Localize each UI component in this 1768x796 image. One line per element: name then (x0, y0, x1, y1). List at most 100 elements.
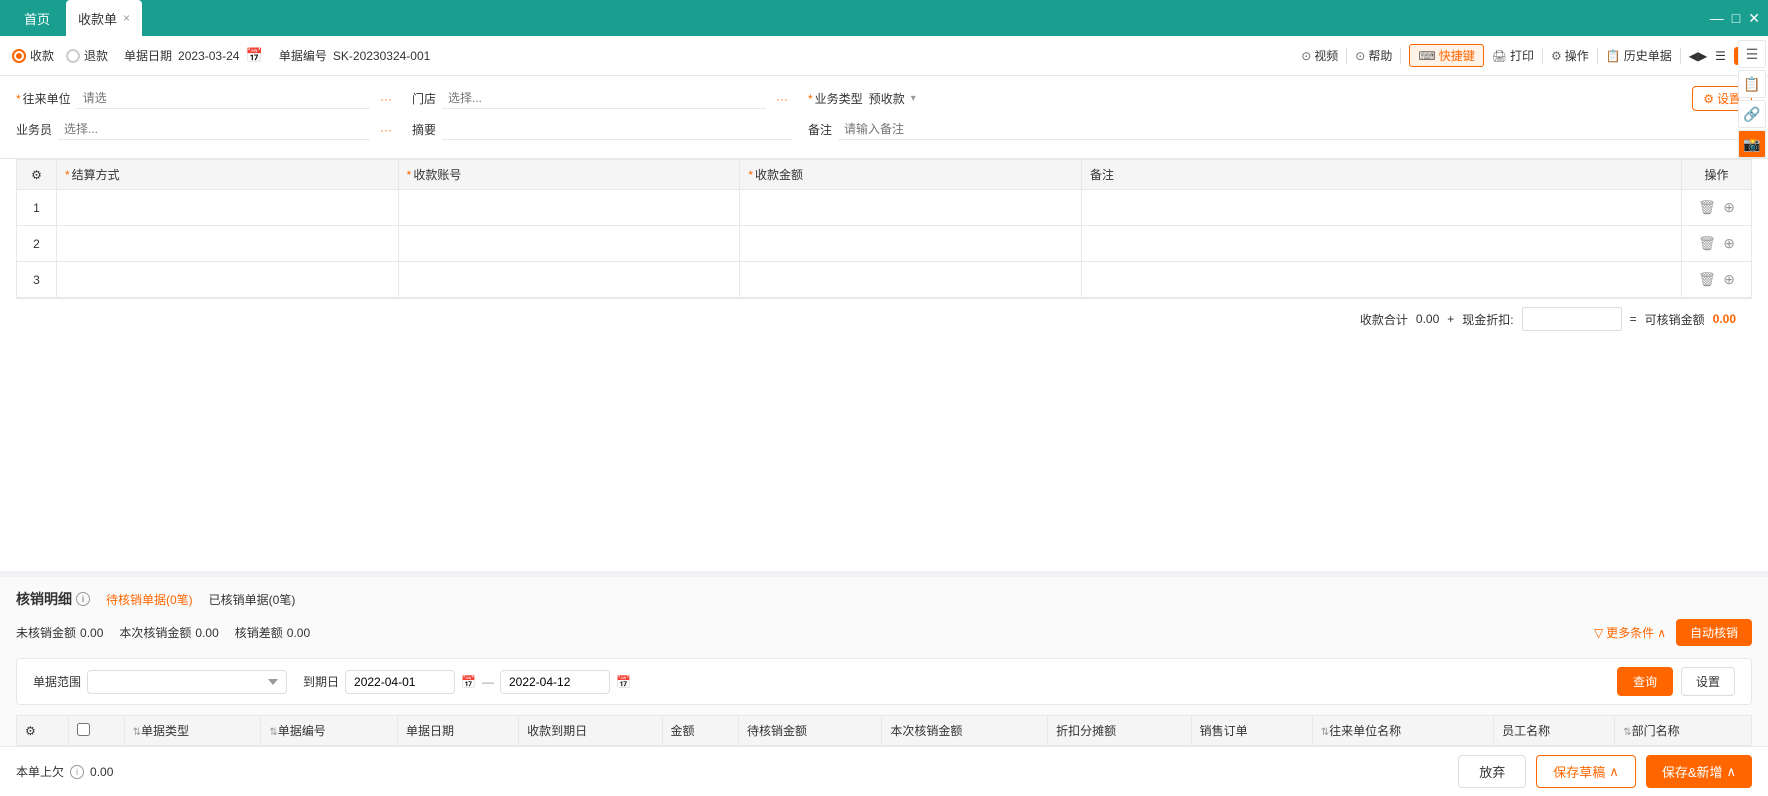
help-btn[interactable]: ⊙ 帮助 (1355, 47, 1392, 64)
account-cell-1[interactable] (398, 190, 740, 226)
cash-label: 现金折扣: (1462, 311, 1513, 328)
copy-row2-icon[interactable]: ⊕ (1723, 235, 1735, 251)
biz-type-arrow[interactable]: ▾ (911, 93, 916, 104)
filter-settings-button[interactable]: 设置 (1681, 667, 1735, 696)
copy-row1-icon[interactable]: ⊕ (1723, 199, 1735, 215)
plus-sign: + (1447, 312, 1454, 326)
note-cell-1[interactable] (1082, 190, 1682, 226)
range-field: 单据范围 (33, 670, 287, 694)
sidebar-link-icon[interactable]: 🔗 (1738, 100, 1766, 128)
close-btn[interactable]: ✕ (1748, 10, 1760, 27)
calendar-icon[interactable]: 📅 (245, 47, 262, 64)
ops-cell-1: 🗑 ⊕ (1682, 190, 1752, 226)
list-view-btn[interactable]: ☰ (1715, 49, 1726, 63)
equals-sign: = (1630, 312, 1637, 326)
partner-input[interactable] (77, 88, 370, 109)
date-to-input[interactable] (500, 670, 610, 694)
total-value: 0.00 (1416, 312, 1439, 326)
bottom-left: 本单上欠 i 0.00 (16, 763, 113, 780)
history-btn[interactable]: 📋 历史单据 (1606, 47, 1672, 64)
settle-cell-1[interactable] (57, 190, 399, 226)
vth-current: 本次核销金额 (882, 716, 1048, 746)
form-row-1: *往来单位 ··· 门店 ··· *业务类型 预收款 ▾ ⚙ 设置 (16, 86, 1752, 111)
date-from-input[interactable] (345, 670, 455, 694)
form-area: *往来单位 ··· 门店 ··· *业务类型 预收款 ▾ ⚙ 设置 (0, 76, 1768, 159)
date-sep: — (482, 675, 494, 689)
save-draft-button[interactable]: 保存草稿 ∧ (1536, 755, 1636, 788)
minimize-btn[interactable]: — (1710, 10, 1724, 27)
delete-row3-icon[interactable]: 🗑 (1698, 271, 1716, 287)
radio-refund[interactable]: 退款 (66, 47, 108, 64)
auto-verify-btn[interactable]: 自动核销 (1676, 619, 1752, 646)
summary-input[interactable] (442, 119, 792, 140)
vth-checkbox[interactable] (68, 716, 124, 746)
note-input[interactable] (838, 119, 1752, 140)
net-value: 0.00 (1713, 312, 1736, 326)
divider3 (1542, 48, 1543, 64)
verify-section: 核销明细 i 待核销单据(0笔) 已核销单据(0笔) 未核销金额 0.00 本次… (0, 571, 1768, 746)
store-more-icon[interactable]: ··· (772, 92, 792, 106)
calendar-to-icon[interactable]: 📅 (616, 675, 631, 689)
sidebar-camera-icon[interactable]: 📸 (1738, 130, 1766, 158)
cash-discount-input[interactable] (1522, 307, 1622, 331)
verify-info-icon[interactable]: i (76, 592, 90, 606)
vth-gear[interactable]: ⚙ (17, 716, 69, 746)
print-btn[interactable]: 🖨 打印 (1492, 47, 1534, 64)
nav-next-btn[interactable]: ▶ (1698, 49, 1707, 63)
range-select[interactable] (87, 670, 287, 694)
vth-staff: 员工名称 (1494, 716, 1615, 746)
order-value: 0.00 (90, 765, 113, 779)
sidebar-doc-icon[interactable]: 📋 (1738, 70, 1766, 98)
tab-home[interactable]: 首页 (8, 0, 66, 36)
verify-table: ⚙ ⇅单据类型 ⇅单据编号 单据日期 收款到期日 金额 待核销金额 本次核销金额… (16, 715, 1752, 746)
help-icon: ⊙ (1355, 49, 1365, 63)
verify-tab-pending[interactable]: 待核销单据(0笔) (106, 591, 193, 608)
divider4 (1597, 48, 1598, 64)
store-input[interactable] (442, 88, 766, 109)
staff-more-icon[interactable]: ··· (376, 123, 396, 137)
bottom-bar: 本单上欠 i 0.00 放弃 保存草稿 ∧ 保存&新增 ∧ (0, 746, 1768, 796)
select-all-checkbox[interactable] (77, 723, 90, 736)
sidebar-table-icon[interactable]: ☰ (1738, 40, 1766, 68)
amount-cell-3[interactable] (740, 262, 1082, 298)
verify-tab-done[interactable]: 已核销单据(0笔) (209, 591, 296, 608)
verify-header-row: ⚙ ⇅单据类型 ⇅单据编号 单据日期 收款到期日 金额 待核销金额 本次核销金额… (17, 716, 1752, 746)
note-cell-3[interactable] (1082, 262, 1682, 298)
nav-prev-btn[interactable]: ◀ (1689, 49, 1698, 63)
tab-close-icon[interactable]: × (123, 11, 130, 25)
calendar-from-icon[interactable]: 📅 (461, 675, 476, 689)
biz-type-label: *业务类型 (808, 90, 863, 107)
gear-th[interactable]: ⚙ (17, 160, 57, 190)
shortcut-btn[interactable]: ⌨ 快捷键 (1409, 44, 1483, 67)
row-num-1: 1 (17, 190, 57, 226)
query-button[interactable]: 查询 (1617, 667, 1673, 696)
current-label: 本次核销金额 (119, 624, 191, 641)
account-cell-3[interactable] (398, 262, 740, 298)
row-num-2: 2 (17, 226, 57, 262)
operation-btn[interactable]: ⚙ 操作 (1551, 47, 1589, 64)
save-new-button[interactable]: 保存&新增 ∧ (1646, 755, 1752, 788)
receipt-type-radio: 收款 退款 (12, 47, 108, 64)
copy-row3-icon[interactable]: ⊕ (1723, 271, 1735, 287)
settle-cell-2[interactable] (57, 226, 399, 262)
main-content: 收款 退款 单据日期 2023-03-24 📅 单据编号 SK-20230324… (0, 36, 1768, 796)
note-cell-2[interactable] (1082, 226, 1682, 262)
order-info-icon[interactable]: i (70, 765, 84, 779)
delete-row2-icon[interactable]: 🗑 (1698, 235, 1716, 251)
video-btn[interactable]: ⊙ 视频 (1301, 47, 1338, 64)
radio-receipt[interactable]: 收款 (12, 47, 54, 64)
right-sidebar: ☰ 📋 🔗 📸 (1736, 36, 1768, 162)
diff-value: 0.00 (287, 626, 310, 640)
maximize-btn[interactable]: □ (1732, 10, 1740, 27)
delete-row1-icon[interactable]: 🗑 (1698, 199, 1716, 215)
partner-more-icon[interactable]: ··· (376, 92, 396, 106)
tab-active[interactable]: 收款单 × (66, 0, 142, 36)
home-label: 首页 (24, 9, 50, 28)
more-conditions-btn[interactable]: ▽ 更多条件 ∧ (1594, 624, 1666, 641)
account-cell-2[interactable] (398, 226, 740, 262)
staff-input[interactable] (58, 119, 370, 140)
amount-cell-2[interactable] (740, 226, 1082, 262)
abandon-button[interactable]: 放弃 (1458, 755, 1526, 788)
amount-cell-1[interactable] (740, 190, 1082, 226)
settle-cell-3[interactable] (57, 262, 399, 298)
